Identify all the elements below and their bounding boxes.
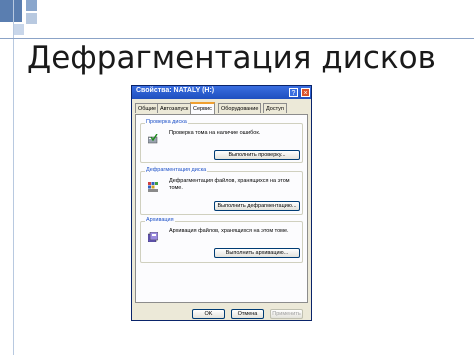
check-now-button[interactable]: Выполнить проверку...	[214, 150, 300, 160]
defrag-group: Дефрагментация диска Дефрагментация файл…	[140, 167, 303, 215]
tab-general[interactable]: Общие	[135, 103, 160, 113]
decor-vertical-line	[13, 0, 14, 355]
backup-group-label: Архивация	[145, 217, 175, 223]
window-title: Свойства: NATALY (H:)	[136, 87, 215, 94]
decor-square-small	[26, 13, 37, 24]
defrag-now-button[interactable]: Выполнить дефрагментацию...	[214, 201, 300, 211]
check-disk-group: Проверка диска Проверка тома на наличие …	[140, 119, 303, 163]
defrag-icon	[148, 182, 158, 192]
cancel-button[interactable]: Отмена	[231, 309, 264, 319]
backup-now-button[interactable]: Выполнить архивацию...	[214, 248, 300, 258]
tab-sharing[interactable]: Доступ	[263, 103, 287, 113]
tab-panel: Проверка диска Проверка тома на наличие …	[135, 114, 308, 303]
ok-button[interactable]: OK	[192, 309, 225, 319]
decor-square-large	[0, 0, 22, 22]
tab-hardware[interactable]: Оборудование	[218, 103, 262, 113]
tab-autoplay[interactable]: Автозапуск	[157, 103, 192, 113]
check-disk-description: Проверка тома на наличие ошибок.	[169, 130, 261, 136]
apply-button[interactable]: Применить	[270, 309, 303, 319]
backup-description: Архивация файлов, хранящихся на этом том…	[169, 228, 289, 234]
close-button[interactable]: ×	[301, 88, 310, 97]
decor-square-small	[26, 0, 37, 11]
tab-tools[interactable]: Сервис	[190, 102, 215, 114]
check-disk-group-label: Проверка диска	[145, 119, 188, 125]
backup-group: Архивация Архивация файлов, хранящихся н…	[140, 217, 303, 263]
decor-horizontal-line	[0, 38, 474, 39]
check-disk-icon	[148, 134, 158, 144]
properties-window: Свойства: NATALY (H:) ? × Общие Автозапу…	[131, 85, 312, 321]
defrag-description: Дефрагментация файлов, хранящихся на это…	[169, 178, 290, 191]
window-titlebar[interactable]: Свойства: NATALY (H:) ? ×	[132, 86, 311, 99]
slide-title: Дефрагментация дисков	[27, 40, 436, 76]
defrag-group-label: Дефрагментация диска	[145, 167, 208, 173]
backup-icon	[148, 232, 158, 242]
help-button[interactable]: ?	[289, 88, 298, 97]
decor-square-small	[13, 24, 24, 35]
